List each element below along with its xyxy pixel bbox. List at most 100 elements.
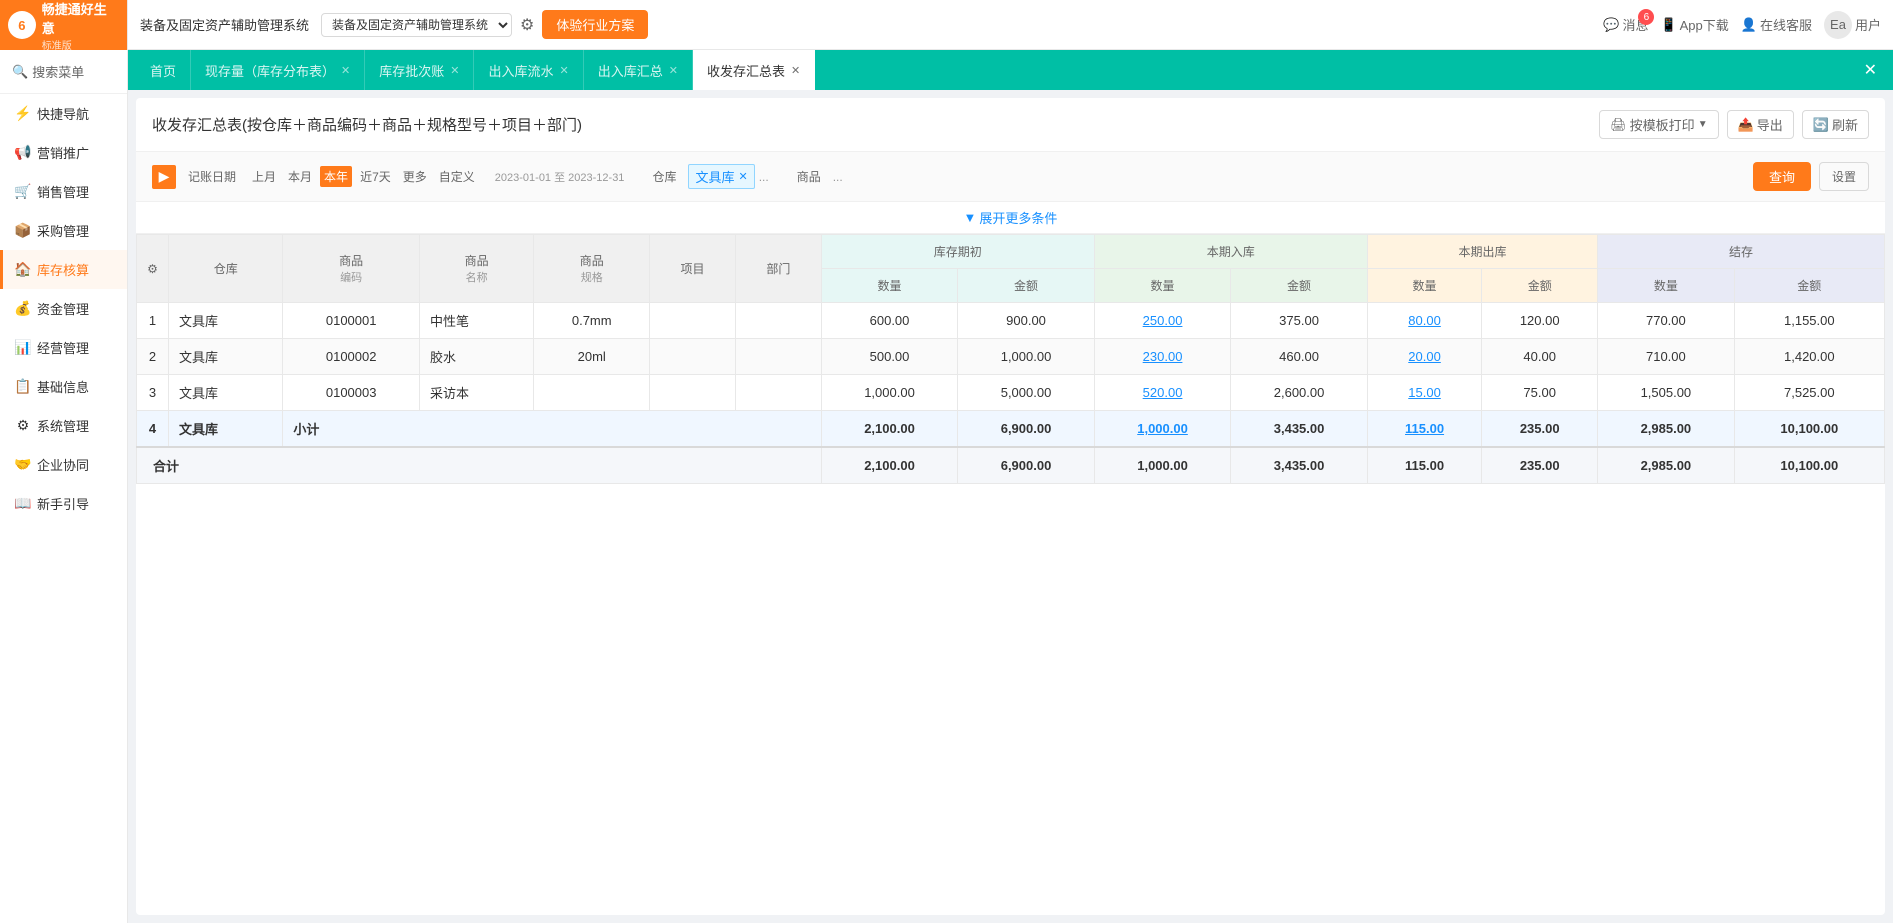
sidebar-app-title: 畅捷通好生意 xyxy=(42,0,119,37)
tabbar-close-all[interactable]: ✕ xyxy=(1856,60,1885,80)
search-menu-button[interactable]: 🔍 搜索菜单 xyxy=(8,58,119,85)
row2-warehouse: 文具库 xyxy=(169,339,283,375)
row1-out-amt: 120.00 xyxy=(1482,303,1598,339)
row3-bal-amt: 7,525.00 xyxy=(1734,375,1884,411)
message-icon-item[interactable]: 💬 消息 6 xyxy=(1603,15,1648,34)
sidebar-search-section: 🔍 搜索菜单 xyxy=(0,50,127,94)
sidebar-item-purchase[interactable]: 📦 采购管理 xyxy=(0,211,127,250)
tab-stock-dist[interactable]: 现存量（库存分布表） ✕ xyxy=(191,50,365,90)
tab-summary[interactable]: 出入库汇总 ✕ xyxy=(584,50,693,90)
guide-icon: 📖 xyxy=(15,496,31,512)
date-btn-more[interactable]: 更多 xyxy=(399,166,431,187)
tab-close-stock-dist[interactable]: ✕ xyxy=(341,64,350,77)
tab-close-recv-send[interactable]: ✕ xyxy=(791,64,800,77)
goods-more[interactable]: ... xyxy=(833,170,843,184)
in-qty-header: 数量 xyxy=(1094,269,1231,303)
total-out-amt: 235.00 xyxy=(1482,447,1598,484)
gear-icon[interactable]: ⚙ xyxy=(520,15,534,35)
table-row: 1 文具库 0100001 中性笔 0.7mm 600.00 900.00 25… xyxy=(137,303,1885,339)
sidebar-item-basic-info[interactable]: 📋 基础信息 xyxy=(0,367,127,406)
warehouse-tag-remove[interactable]: ✕ xyxy=(738,170,747,183)
row3-out-qty[interactable]: 15.00 xyxy=(1367,375,1481,411)
purchase-icon: 📦 xyxy=(15,223,31,239)
chevron-down-icon2: ▼ xyxy=(964,210,977,225)
row1-bal-qty: 770.00 xyxy=(1598,303,1735,339)
experience-btn[interactable]: 体验行业方案 xyxy=(542,10,648,39)
tab-close-batch-ledger[interactable]: ✕ xyxy=(450,64,459,77)
date-btn-last-month[interactable]: 上月 xyxy=(248,166,280,187)
sidebar-item-system[interactable]: ⚙ 系统管理 xyxy=(0,406,127,445)
query-button[interactable]: 查询 xyxy=(1753,162,1811,191)
row2-no: 2 xyxy=(137,339,169,375)
total-row: 合计 2,100.00 6,900.00 1,000.00 3,435.00 1… xyxy=(137,447,1885,484)
row1-code: 0100001 xyxy=(283,303,420,339)
date-buttons: 上月 本月 本年 近7天 更多 自定义 xyxy=(248,166,479,187)
user-item[interactable]: Ea 用户 xyxy=(1824,11,1881,39)
row1-out-qty[interactable]: 80.00 xyxy=(1367,303,1481,339)
date-btn-7days[interactable]: 近7天 xyxy=(356,166,395,187)
col-opening-header: 库存期初 xyxy=(821,235,1094,269)
subtotal-out-qty[interactable]: 115.00 xyxy=(1367,411,1481,448)
filter-toggle-btn[interactable]: ▶ xyxy=(152,165,176,189)
row2-name: 胶水 xyxy=(419,339,533,375)
subtotal-in-qty[interactable]: 1,000.00 xyxy=(1094,411,1231,448)
refresh-btn[interactable]: 🔄 刷新 xyxy=(1802,110,1869,139)
row3-project xyxy=(650,375,736,411)
col-balance-header: 结存 xyxy=(1598,235,1885,269)
col-spec-header: 商品规格 xyxy=(534,235,650,303)
online-service-item[interactable]: 👤 在线客服 xyxy=(1741,15,1812,34)
subtotal-open-amt: 6,900.00 xyxy=(958,411,1095,448)
main-area: 装备及固定资产辅助管理系统 装备及固定资产辅助管理系统 ⚙ 体验行业方案 💬 消… xyxy=(128,0,1893,923)
row2-out-qty[interactable]: 20.00 xyxy=(1367,339,1481,375)
sidebar-item-finance[interactable]: 💰 资金管理 xyxy=(0,289,127,328)
date-btn-this-month[interactable]: 本月 xyxy=(284,166,316,187)
tab-flow[interactable]: 出入库流水 ✕ xyxy=(474,50,583,90)
search-icon: 🔍 xyxy=(12,64,28,80)
tab-close-flow[interactable]: ✕ xyxy=(560,64,569,77)
tab-close-summary[interactable]: ✕ xyxy=(669,64,678,77)
row2-open-amt: 1,000.00 xyxy=(958,339,1095,375)
system-name-label: 装备及固定资产辅助管理系统 xyxy=(140,15,309,34)
tab-recv-send[interactable]: 收发存汇总表 ✕ xyxy=(693,50,815,90)
sidebar-item-sales[interactable]: 🛒 销售管理 xyxy=(0,172,127,211)
tab-home[interactable]: 首页 xyxy=(136,50,191,90)
tabbar: 首页 现存量（库存分布表） ✕ 库存批次账 ✕ 出入库流水 ✕ 出入库汇总 ✕ … xyxy=(128,50,1893,90)
row2-code: 0100002 xyxy=(283,339,420,375)
app-download-item[interactable]: 📱 App下载 xyxy=(1660,15,1728,34)
row3-open-qty: 1,000.00 xyxy=(821,375,958,411)
expand-more-btn[interactable]: ▼ 展开更多条件 xyxy=(964,208,1058,227)
col-project-header: 项目 xyxy=(650,235,736,303)
row1-in-amt: 375.00 xyxy=(1231,303,1368,339)
settings-button[interactable]: 设置 xyxy=(1819,162,1869,191)
sidebar-item-enterprise[interactable]: 🤝 企业协同 xyxy=(0,445,127,484)
data-table: ⚙ 仓库 商品编码 商品名称 商品规格 项目 部门 库存期初 本期入库 本期出库… xyxy=(136,234,1885,484)
date-btn-custom[interactable]: 自定义 xyxy=(435,166,479,187)
warehouse-label: 仓库 xyxy=(652,168,676,185)
tab-batch-ledger[interactable]: 库存批次账 ✕ xyxy=(365,50,474,90)
row2-project xyxy=(650,339,736,375)
row2-open-qty: 500.00 xyxy=(821,339,958,375)
row2-in-qty[interactable]: 230.00 xyxy=(1094,339,1231,375)
subtotal-open-qty: 2,100.00 xyxy=(821,411,958,448)
export-btn[interactable]: 📤 导出 xyxy=(1727,110,1794,139)
sidebar-item-operations[interactable]: 📊 经营管理 xyxy=(0,328,127,367)
date-btn-this-year[interactable]: 本年 xyxy=(320,166,352,187)
col-settings[interactable]: ⚙ xyxy=(137,235,169,303)
print-btn[interactable]: 🖨 按模板打印 ▼ xyxy=(1599,110,1718,139)
export-icon: 📤 xyxy=(1738,117,1754,133)
page-title: 收发存汇总表(按仓库＋商品编码＋商品＋规格型号＋项目＋部门) xyxy=(152,114,582,135)
system-select[interactable]: 装备及固定资产辅助管理系统 xyxy=(321,13,512,37)
in-amt-header: 金额 xyxy=(1231,269,1368,303)
filter-bar: ▶ 记账日期 上月 本月 本年 近7天 更多 自定义 2023-01-01 至 … xyxy=(136,152,1885,202)
sidebar-item-guide[interactable]: 📖 新手引导 xyxy=(0,484,127,523)
row3-in-qty[interactable]: 520.00 xyxy=(1094,375,1231,411)
sidebar-item-quick-nav[interactable]: ⚡ 快捷导航 xyxy=(0,94,127,133)
inventory-icon: 🏠 xyxy=(15,262,31,278)
basic-info-icon: 📋 xyxy=(15,379,31,395)
row1-name: 中性笔 xyxy=(419,303,533,339)
sidebar-item-inventory[interactable]: 🏠 库存核算 xyxy=(0,250,127,289)
row3-open-amt: 5,000.00 xyxy=(958,375,1095,411)
row1-in-qty[interactable]: 250.00 xyxy=(1094,303,1231,339)
warehouse-more[interactable]: ... xyxy=(759,170,769,184)
sidebar-item-marketing[interactable]: 📢 营销推广 xyxy=(0,133,127,172)
